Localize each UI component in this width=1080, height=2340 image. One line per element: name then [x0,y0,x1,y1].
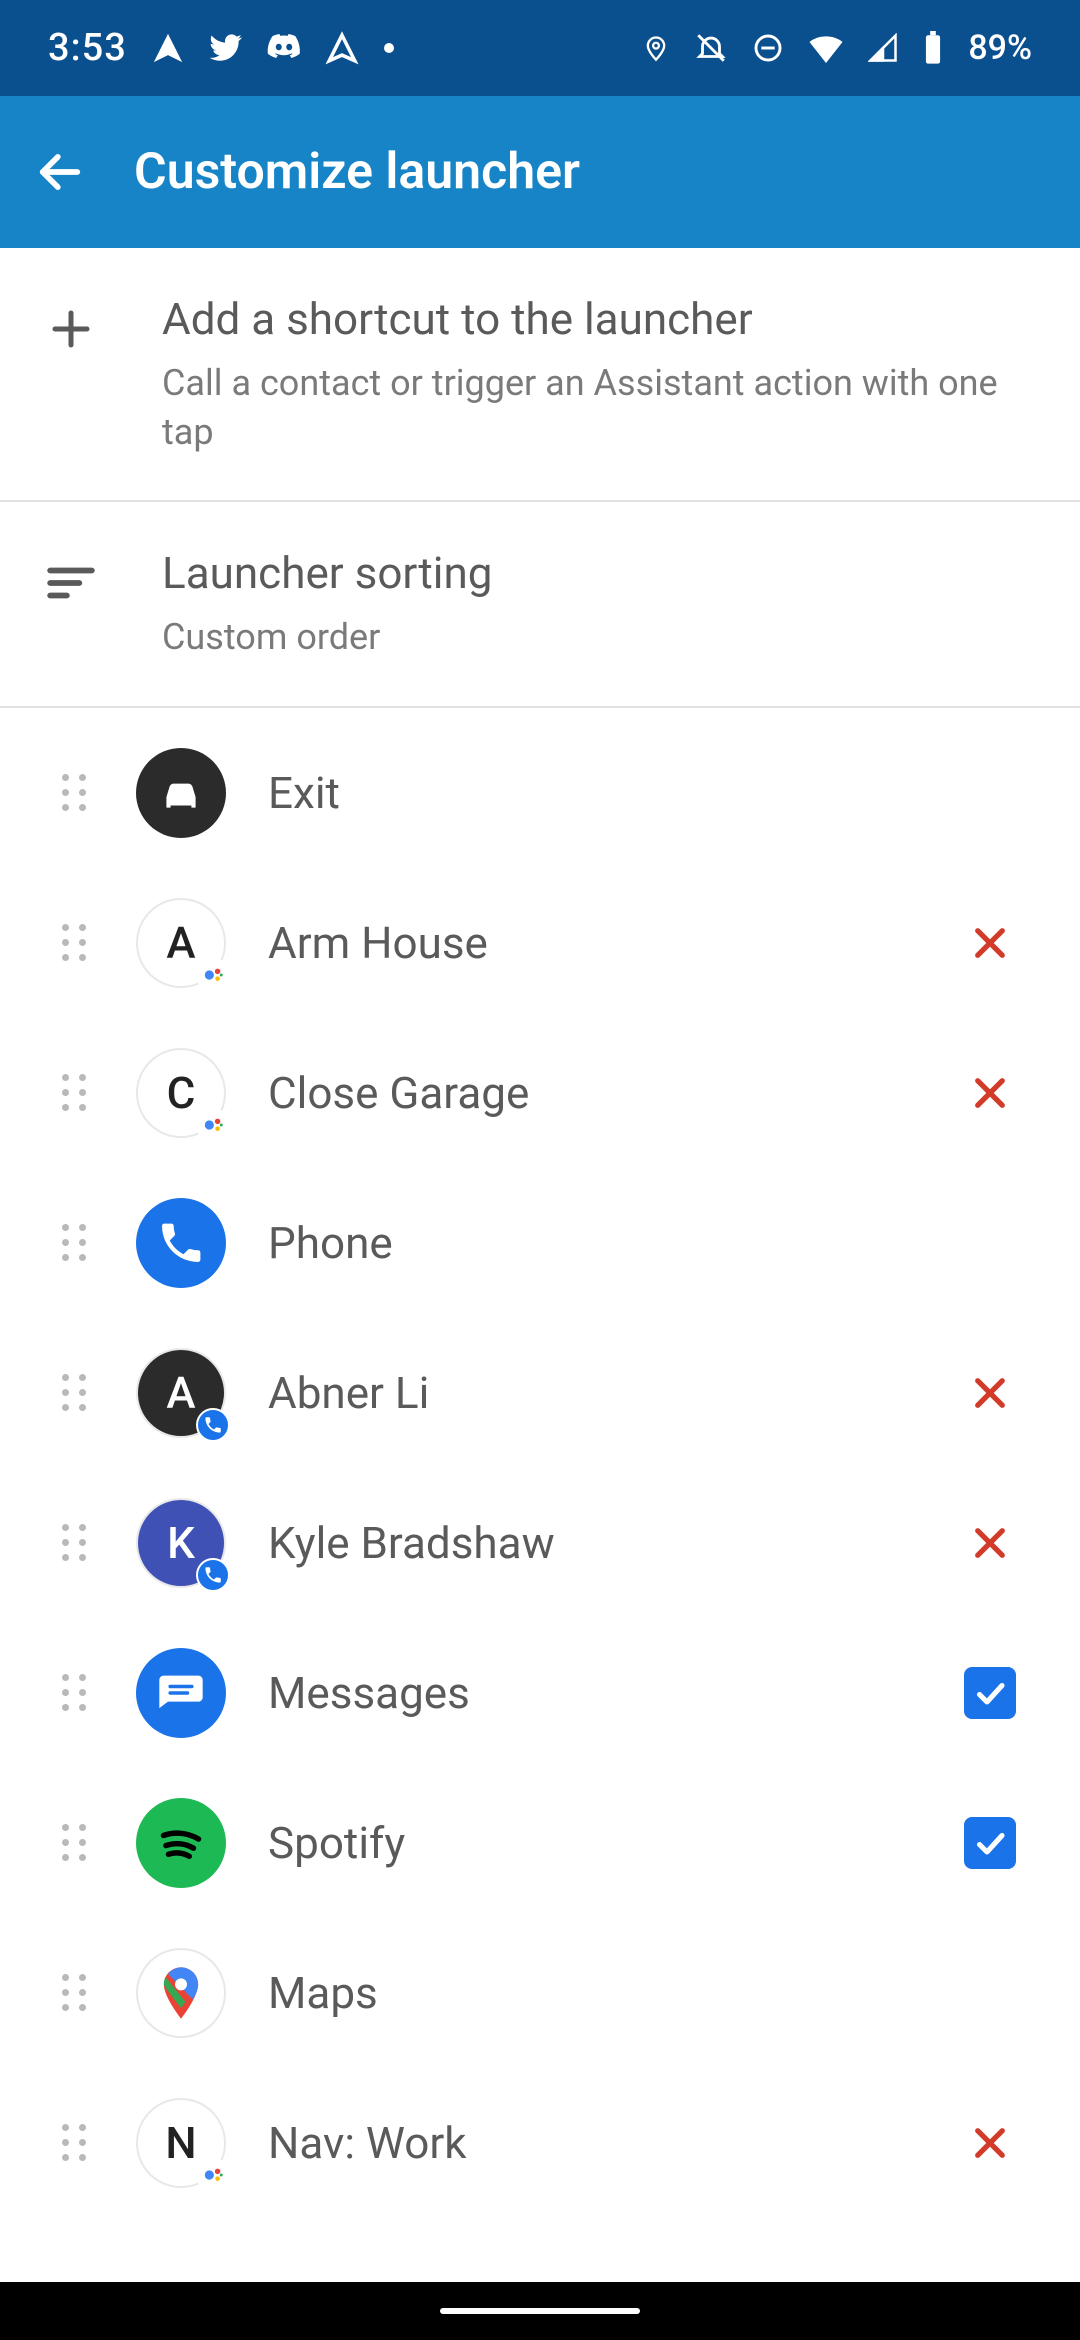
drag-handle-icon[interactable] [54,1662,94,1724]
drag-handle-icon[interactable] [54,1212,94,1274]
dnd-off-icon [694,31,728,65]
status-time: 3:53 [48,26,127,70]
remove-button[interactable] [960,1063,1020,1123]
remove-button[interactable] [960,1363,1020,1423]
drag-handle-icon[interactable] [54,762,94,824]
item-label: Arm House [268,917,918,969]
drag-handle-icon[interactable] [54,1812,94,1874]
check-icon [964,1667,1016,1719]
signal-icon [868,33,898,63]
do-not-disturb-icon [752,32,784,64]
nav-arrow-icon [325,31,359,65]
add-shortcut-subtitle: Call a contact or trigger an Assistant a… [162,359,1040,456]
item-label: Messages [268,1667,918,1719]
app-bar: Customize launcher [0,96,1080,248]
page-title: Customize launcher [134,143,580,201]
location-icon [642,31,670,65]
sort-icon [40,552,102,614]
list-item[interactable]: A Arm House [0,868,1080,1018]
item-label: Maps [268,1967,1020,2019]
sorting-title: Launcher sorting [162,546,1040,601]
assistant-badge-icon [196,1108,230,1142]
item-label: Spotify [268,1817,918,1869]
assistant-shortcut-icon: N [136,2098,226,2188]
remove-button[interactable] [960,913,1020,973]
drag-handle-icon[interactable] [54,1362,94,1424]
twitter-icon [209,31,243,65]
launcher-items-list: Exit A Arm House C [0,708,1080,2218]
item-label: Nav: Work [268,2117,918,2169]
back-button[interactable] [30,142,90,202]
phone-badge-icon [196,1408,230,1442]
assistant-badge-icon [196,958,230,992]
assistant-shortcut-icon: C [136,1048,226,1138]
wifi-icon [808,33,844,63]
list-item[interactable]: Phone [0,1168,1080,1318]
item-label: Phone [268,1217,1020,1269]
list-item[interactable]: A Abner Li [0,1318,1080,1468]
assistant-badge-icon [196,2158,230,2192]
phone-app-icon [136,1198,226,1288]
plus-icon [40,298,102,360]
launcher-sorting-row[interactable]: Launcher sorting Custom order [0,502,1080,706]
home-pill-icon [440,2308,640,2314]
contact-avatar: K [136,1498,226,1588]
add-shortcut-title: Add a shortcut to the launcher [162,292,1040,347]
maps-app-icon [136,1948,226,2038]
list-item[interactable]: C Close Garage [0,1018,1080,1168]
add-shortcut-row[interactable]: Add a shortcut to the launcher Call a co… [0,248,1080,500]
list-item[interactable]: K Kyle Bradshaw [0,1468,1080,1618]
remove-button[interactable] [960,1513,1020,1573]
checkbox[interactable] [960,1813,1020,1873]
nav-arrow-icon [151,31,185,65]
spotify-app-icon [136,1798,226,1888]
messages-app-icon [136,1648,226,1738]
drag-handle-icon[interactable] [54,2112,94,2174]
list-item[interactable]: Messages [0,1618,1080,1768]
checkbox[interactable] [960,1663,1020,1723]
drag-handle-icon[interactable] [54,1512,94,1574]
status-bar: 3:53 [0,0,1080,96]
item-label: Exit [268,767,1020,819]
list-item[interactable]: Maps [0,1918,1080,2068]
remove-button[interactable] [960,2113,1020,2173]
sorting-subtitle: Custom order [162,613,1040,662]
drag-handle-icon[interactable] [54,912,94,974]
list-item[interactable]: N Nav: Work [0,2068,1080,2218]
drag-handle-icon[interactable] [54,1962,94,2024]
contact-avatar: A [136,1348,226,1438]
assistant-shortcut-icon: A [136,898,226,988]
item-label: Close Garage [268,1067,918,1119]
list-item[interactable]: Spotify [0,1768,1080,1918]
battery-percent: 89% [968,28,1032,68]
item-label: Kyle Bradshaw [268,1517,918,1569]
list-item[interactable]: Exit [0,718,1080,868]
dot-icon [383,42,395,54]
check-icon [964,1817,1016,1869]
discord-icon [267,33,301,63]
gesture-nav-bar[interactable] [0,2282,1080,2340]
phone-badge-icon [196,1558,230,1592]
car-icon [136,748,226,838]
battery-icon [922,31,944,65]
item-label: Abner Li [268,1367,918,1419]
drag-handle-icon[interactable] [54,1062,94,1124]
